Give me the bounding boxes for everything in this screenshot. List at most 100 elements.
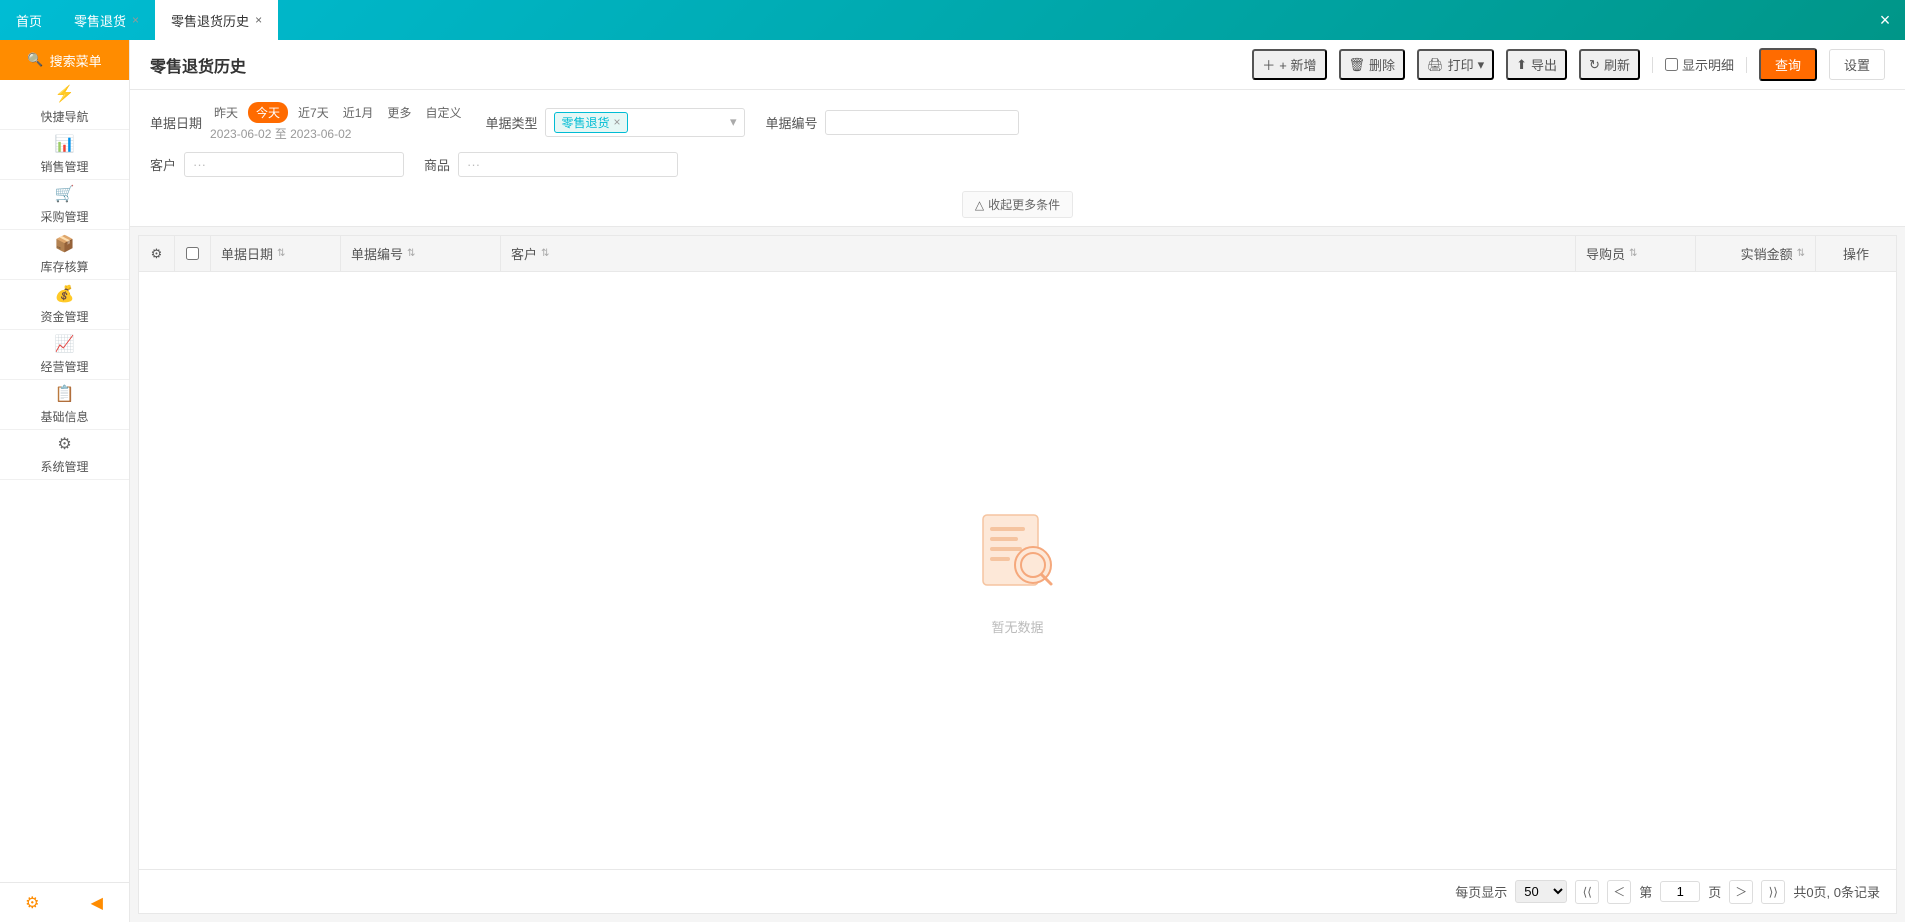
bill-type-select[interactable]: 零售退货 × ▾	[545, 108, 745, 137]
tab-home[interactable]: 首页	[0, 0, 58, 40]
pagination: 每页显示 20 50 100 ⟨⟨ ＜ 第 页 ＞ ⟩⟩ 共0页, 0条记录	[139, 869, 1896, 913]
search-icon: 🔍	[27, 52, 43, 68]
amount-sort-icon: ⇅	[1797, 248, 1805, 259]
print-button[interactable]: 🖨 打印 ▾	[1417, 49, 1494, 80]
bill-type-filter-field: 单据类型 零售退货 × ▾	[485, 108, 745, 137]
first-page-button[interactable]: ⟨⟨	[1575, 880, 1599, 904]
date-yesterday-btn[interactable]: 昨天	[210, 102, 242, 123]
sidebar-item-label: 基础信息	[40, 408, 88, 425]
export-button[interactable]: ⬆ 导出	[1506, 49, 1567, 80]
settings-label: 设置	[1844, 55, 1870, 74]
sidebar-item-sales[interactable]: 📊 销售管理	[0, 130, 129, 180]
th-number[interactable]: 单据编号 ⇅	[341, 236, 501, 271]
delete-icon: 🗑	[1349, 57, 1366, 73]
query-label: 查询	[1775, 55, 1801, 74]
finance-icon: 💰	[55, 284, 75, 304]
th-customer-label: 客户	[511, 244, 537, 263]
bill-number-filter-field: 单据编号	[765, 110, 1019, 135]
date-more-btn[interactable]: 更多	[383, 102, 415, 123]
bill-number-label: 单据编号	[765, 113, 817, 132]
sidebar: 🔍 搜索菜单 ⚡ 快捷导航 📊 销售管理 🛒 采购管理 📦 库存核算 💰	[0, 40, 130, 922]
delete-button[interactable]: 🗑 删除	[1339, 49, 1406, 80]
sidebar-item-label: 销售管理	[40, 158, 88, 175]
customer-placeholder: ···	[193, 157, 206, 172]
date-filter-field: 单据日期 昨天 今天 近7天 近1月 更多 自定义 2023-06-02 至 2…	[150, 102, 465, 142]
table-header: ⚙ 单据日期 ⇅ 单据编号 ⇅ 客户 ⇅ 导购员	[139, 236, 1896, 272]
sidebar-item-purchase[interactable]: 🛒 采购管理	[0, 180, 129, 230]
sidebar-item-label: 资金管理	[40, 308, 88, 325]
th-customer[interactable]: 客户 ⇅	[501, 236, 1576, 271]
select-all-checkbox[interactable]	[186, 247, 199, 260]
goods-placeholder: ···	[467, 157, 480, 172]
customer-filter-field: 客户 ···	[150, 152, 404, 177]
th-settings[interactable]: ⚙	[139, 236, 175, 271]
bill-number-input[interactable]	[825, 110, 1019, 135]
th-amount[interactable]: 实销金额 ⇅	[1696, 236, 1816, 271]
date-custom-btn[interactable]: 自定义	[421, 102, 465, 123]
customer-input[interactable]: ···	[184, 152, 404, 177]
tab-retail-return-history[interactable]: 零售退货历史 ×	[155, 0, 278, 40]
show-detail-checkbox-label[interactable]: 显示明细	[1665, 55, 1734, 74]
date-quick-buttons: 昨天 今天 近7天 近1月 更多 自定义	[210, 102, 465, 123]
total-info: 共0页, 0条记录	[1793, 882, 1880, 901]
sidebar-item-operations[interactable]: 📈 经营管理	[0, 330, 129, 380]
refresh-icon: ↻	[1589, 57, 1600, 73]
bill-type-tag-close[interactable]: ×	[613, 115, 620, 129]
date-filter-label: 单据日期	[150, 113, 202, 132]
collapse-icon: △	[975, 198, 984, 212]
filter-row-2: 客户 ··· 商品 ···	[150, 152, 1885, 177]
goods-label: 商品	[424, 155, 450, 174]
system-icon: ⚙	[57, 434, 71, 454]
prev-page-button[interactable]: ＜	[1607, 880, 1631, 904]
page-number-input[interactable]	[1660, 881, 1700, 902]
sidebar-item-inventory[interactable]: 📦 库存核算	[0, 230, 129, 280]
sidebar-item-finance[interactable]: 💰 资金管理	[0, 280, 129, 330]
refresh-button[interactable]: ↻ 刷新	[1579, 49, 1640, 80]
last-page-button[interactable]: ⟩⟩	[1761, 880, 1785, 904]
export-icon: ⬆	[1516, 57, 1527, 73]
page-word: 第	[1639, 882, 1652, 901]
th-date[interactable]: 单据日期 ⇅	[211, 236, 341, 271]
sidebar-item-label: 库存核算	[40, 258, 88, 275]
filter-area: 单据日期 昨天 今天 近7天 近1月 更多 自定义 2023-06-02 至 2…	[130, 90, 1905, 227]
goods-input[interactable]: ···	[458, 152, 678, 177]
basic-info-icon: 📋	[55, 384, 75, 404]
th-checkbox[interactable]	[175, 236, 211, 271]
next-page-button[interactable]: ＞	[1729, 880, 1753, 904]
show-detail-checkbox[interactable]	[1665, 58, 1678, 71]
tab-retail-return-history-close[interactable]: ×	[255, 13, 262, 27]
print-label: 打印	[1448, 55, 1474, 74]
table-area: ⚙ 单据日期 ⇅ 单据编号 ⇅ 客户 ⇅ 导购员	[138, 235, 1897, 914]
sidebar-collapse-button[interactable]: ◀	[82, 888, 112, 918]
page-actions: ＋ + 新增 🗑 删除 🖨 打印 ▾ ⬆ 导出 ↻	[1252, 48, 1885, 81]
sidebar-settings-button[interactable]: ⚙	[17, 888, 47, 918]
date-7days-btn[interactable]: 近7天	[294, 102, 333, 123]
sidebar-item-label: 采购管理	[40, 208, 88, 225]
date-sort-icon: ⇅	[277, 248, 285, 259]
per-page-label: 每页显示	[1455, 882, 1507, 901]
th-guide[interactable]: 导购员 ⇅	[1576, 236, 1696, 271]
date-1month-btn[interactable]: 近1月	[339, 102, 378, 123]
sidebar-item-system[interactable]: ⚙ 系统管理	[0, 430, 129, 480]
tab-retail-return[interactable]: 零售退货 ×	[58, 0, 155, 40]
divider	[1652, 57, 1653, 73]
sidebar-item-basic-info[interactable]: 📋 基础信息	[0, 380, 129, 430]
page-unit: 页	[1708, 882, 1721, 901]
new-button[interactable]: ＋ + 新增	[1252, 49, 1326, 80]
tab-retail-return-close[interactable]: ×	[132, 13, 139, 27]
sidebar-search-button[interactable]: 🔍 搜索菜单	[0, 40, 129, 80]
query-button[interactable]: 查询	[1759, 48, 1817, 81]
sidebar-item-quick-nav[interactable]: ⚡ 快捷导航	[0, 80, 129, 130]
export-label: 导出	[1531, 55, 1557, 74]
date-today-btn[interactable]: 今天	[248, 102, 288, 123]
customer-sort-icon: ⇅	[541, 248, 549, 259]
th-number-label: 单据编号	[351, 244, 403, 263]
per-page-select[interactable]: 20 50 100	[1515, 880, 1567, 903]
collapse-button[interactable]: △ 收起更多条件	[962, 191, 1073, 218]
filter-row-1: 单据日期 昨天 今天 近7天 近1月 更多 自定义 2023-06-02 至 2…	[150, 102, 1885, 142]
settings-button[interactable]: 设置	[1829, 49, 1885, 80]
window-close-button[interactable]: ×	[1865, 0, 1905, 40]
content-area: 零售退货历史 ＋ + 新增 🗑 删除 🖨 打印 ▾ ⬆ 导出	[130, 40, 1905, 922]
tab-retail-return-history-label: 零售退货历史	[171, 11, 249, 30]
empty-state: 暂无数据	[139, 272, 1896, 869]
